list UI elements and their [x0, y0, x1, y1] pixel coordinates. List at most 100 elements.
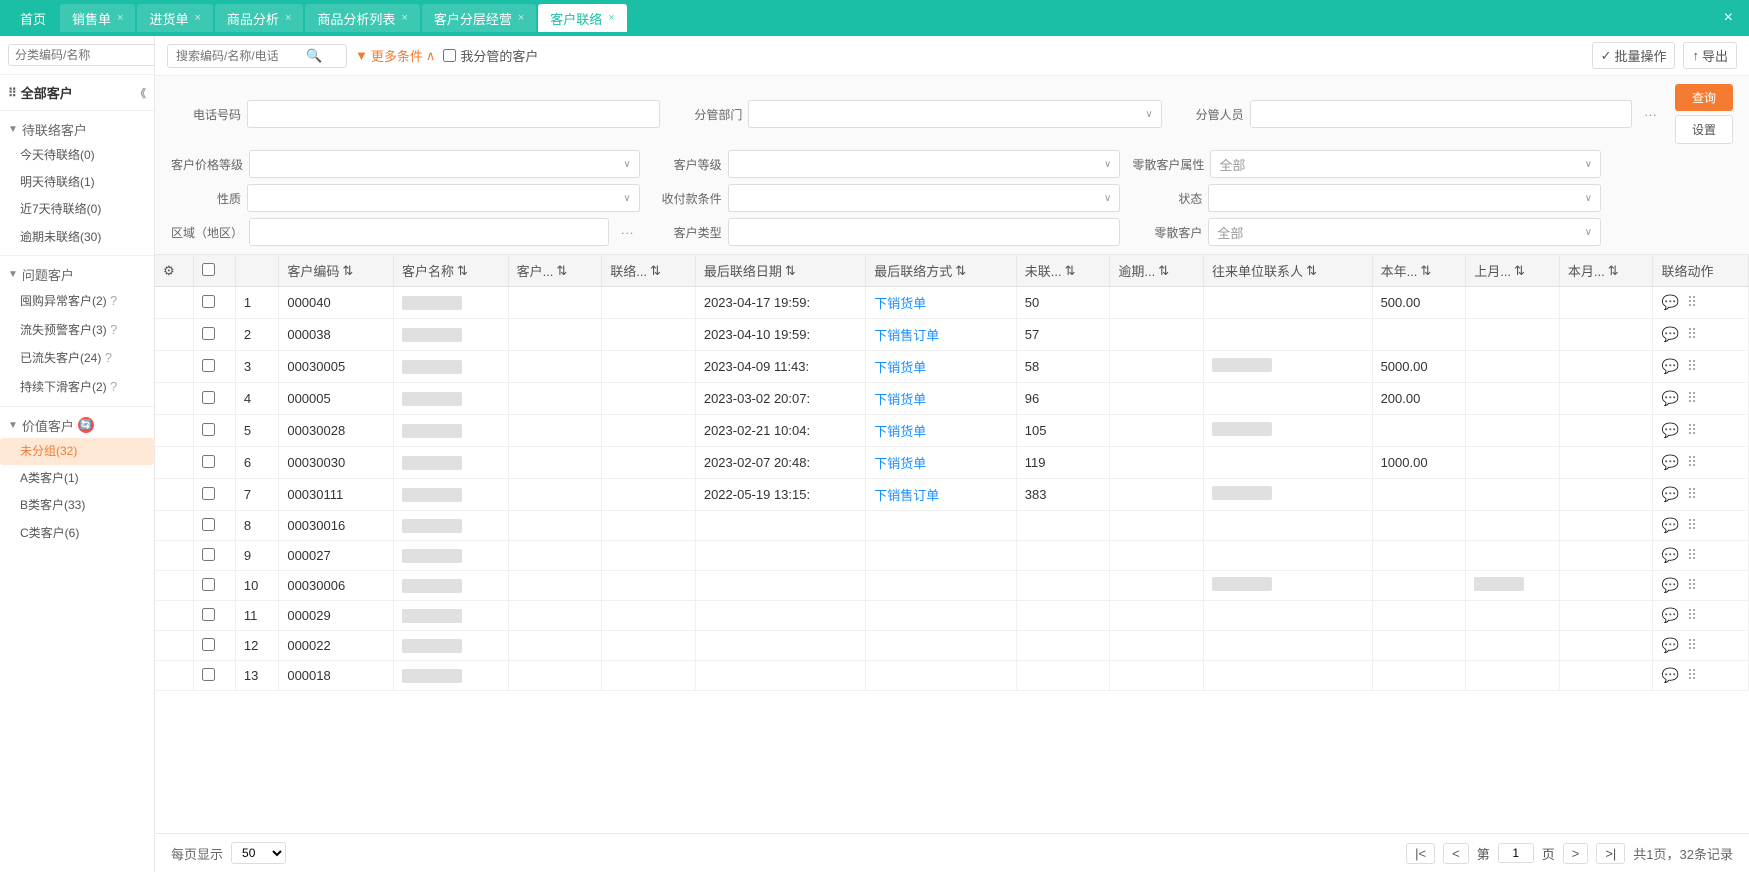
scatter-select[interactable]: 全部 ∨ [1208, 218, 1601, 246]
sidebar-item-hoarding[interactable]: 囤购异常客户(2) ? [0, 287, 154, 316]
message-icon[interactable]: 💬 [1661, 326, 1678, 343]
sidebar-item-type-c[interactable]: C类客户(6) [0, 520, 154, 547]
close-customer-tier-tab-icon[interactable]: × [518, 12, 524, 24]
col-this-month[interactable]: 本月... ⇅ [1559, 255, 1653, 287]
nav-tab-sales[interactable]: 销售单 × [60, 4, 135, 32]
col-last-contact-method[interactable]: 最后联络方式 ⇅ [866, 255, 1017, 287]
region-dots[interactable]: ··· [615, 225, 640, 240]
grid-action-icon[interactable]: ⠿ [1687, 607, 1697, 624]
row-checkbox[interactable] [202, 295, 215, 308]
close-purchase-tab-icon[interactable]: × [194, 12, 200, 24]
col-customer-type[interactable]: 客户... ⇅ [508, 255, 602, 287]
row-checkbox[interactable] [202, 638, 215, 651]
message-icon[interactable]: 💬 [1661, 422, 1678, 439]
export-btn[interactable]: ↑ 导出 [1683, 42, 1737, 69]
message-icon[interactable]: 💬 [1661, 607, 1678, 624]
sidebar-item-tomorrow-pending[interactable]: 明天待联络(1) [0, 169, 154, 196]
nav-tab-home[interactable]: 首页 [8, 4, 58, 32]
more-conditions-btn[interactable]: ▼ 更多条件 ∧ [355, 46, 435, 65]
nav-tab-customer-tier[interactable]: 客户分层经营 × [422, 4, 536, 32]
my-customers-checkbox[interactable] [443, 49, 456, 62]
message-icon[interactable]: 💬 [1661, 637, 1678, 654]
message-icon[interactable]: 💬 [1661, 358, 1678, 375]
message-icon[interactable]: 💬 [1661, 486, 1678, 503]
payment-select[interactable]: ∨ [728, 184, 1121, 212]
col-contact[interactable]: 联络... ⇅ [602, 255, 696, 287]
grid-action-icon[interactable]: ⠿ [1687, 517, 1697, 534]
filter-search-input[interactable] [176, 49, 306, 63]
sidebar-search-input[interactable] [8, 44, 155, 66]
col-last-contact-date[interactable]: 最后联络日期 ⇅ [695, 255, 865, 287]
message-icon[interactable]: 💬 [1661, 294, 1678, 311]
sidebar-item-ungroup[interactable]: 未分组(32) [0, 438, 154, 465]
cell-last-method[interactable]: 下销货单 [866, 415, 1017, 447]
select-all-checkbox[interactable] [202, 263, 215, 276]
sidebar-item-overdue[interactable]: 逾期未联络(30) [0, 224, 154, 251]
message-icon[interactable]: 💬 [1661, 517, 1678, 534]
grid-action-icon[interactable]: ⠿ [1687, 422, 1697, 439]
cell-last-method[interactable]: 下销售订单 [866, 319, 1017, 351]
dept-select[interactable]: ∨ [748, 100, 1161, 128]
row-checkbox[interactable] [202, 423, 215, 436]
nav-tab-goods-analysis[interactable]: 商品分析 × [215, 4, 303, 32]
cell-last-method[interactable]: 下销货单 [866, 447, 1017, 479]
cell-last-method[interactable]: 下销货单 [866, 287, 1017, 319]
cust-type-input[interactable] [728, 218, 1121, 246]
scatter-attr-select[interactable]: 全部 ∨ [1210, 150, 1601, 178]
manager-dots[interactable]: ··· [1638, 107, 1663, 122]
sidebar-item-churn[interactable]: 流失预警客户(3) ? [0, 316, 154, 345]
col-last-month[interactable]: 上月... ⇅ [1466, 255, 1560, 287]
sidebar-item-type-b[interactable]: B类客户(33) [0, 492, 154, 519]
grid-action-icon[interactable]: ⠿ [1687, 358, 1697, 375]
nav-tab-customer-contact[interactable]: 客户联络 × [538, 4, 626, 32]
grid-action-icon[interactable]: ⠿ [1687, 667, 1697, 684]
phone-input[interactable] [247, 100, 660, 128]
grid-action-icon[interactable]: ⠿ [1687, 486, 1697, 503]
page-size-select[interactable]: 50 20 100 [231, 842, 286, 864]
sidebar-all-customers[interactable]: ⠿ 全部客户 《 [0, 75, 154, 106]
col-customer-code[interactable]: 客户编码 ⇅ [279, 255, 394, 287]
grid-action-icon[interactable]: ⠿ [1687, 294, 1697, 311]
col-this-year[interactable]: 本年... ⇅ [1372, 255, 1466, 287]
close-sales-tab-icon[interactable]: × [117, 12, 123, 24]
filter-search-box[interactable]: 🔍 [167, 44, 347, 68]
sidebar-group-problem[interactable]: ▼ 问题客户 [0, 260, 154, 287]
row-checkbox[interactable] [202, 327, 215, 340]
nav-tab-goods-analysis-list[interactable]: 商品分析列表 × [305, 4, 419, 32]
region-input[interactable] [249, 218, 609, 246]
col-settings[interactable]: ⚙ [155, 255, 194, 287]
message-icon[interactable]: 💬 [1661, 577, 1678, 594]
row-checkbox[interactable] [202, 359, 215, 372]
next-page-btn[interactable]: > [1563, 843, 1589, 864]
grid-action-icon[interactable]: ⠿ [1687, 547, 1697, 564]
message-icon[interactable]: 💬 [1661, 390, 1678, 407]
col-customer-name[interactable]: 客户名称 ⇅ [393, 255, 508, 287]
row-checkbox[interactable] [202, 455, 215, 468]
message-icon[interactable]: 💬 [1661, 547, 1678, 564]
cell-last-method[interactable]: 下销货单 [866, 351, 1017, 383]
manager-input[interactable] [1250, 100, 1632, 128]
close-goods-analysis-tab-icon[interactable]: × [285, 12, 291, 24]
message-icon[interactable]: 💬 [1661, 454, 1678, 471]
query-button[interactable]: 查询 [1675, 84, 1733, 111]
col-no-contact[interactable]: 未联... ⇅ [1016, 255, 1110, 287]
grid-action-icon[interactable]: ⠿ [1687, 326, 1697, 343]
message-icon[interactable]: 💬 [1661, 667, 1678, 684]
sidebar-item-week-pending[interactable]: 近7天待联络(0) [0, 196, 154, 223]
row-checkbox[interactable] [202, 548, 215, 561]
grid-action-icon[interactable]: ⠿ [1687, 637, 1697, 654]
col-unit-contact[interactable]: 往来单位联系人 ⇅ [1204, 255, 1373, 287]
sidebar-item-declining[interactable]: 持续下滑客户(2) ? [0, 373, 154, 402]
grid-action-icon[interactable]: ⠿ [1687, 577, 1697, 594]
status-select[interactable]: ∨ [1208, 184, 1601, 212]
cell-last-method[interactable]: 下销售订单 [866, 479, 1017, 511]
row-checkbox[interactable] [202, 391, 215, 404]
close-customer-contact-tab-icon[interactable]: × [608, 12, 614, 24]
prev-page-btn[interactable]: < [1443, 843, 1469, 864]
sidebar-group-pending[interactable]: ▼ 待联络客户 [0, 115, 154, 142]
sidebar-group-value[interactable]: ▼ 价值客户 🔄 [0, 411, 154, 438]
my-customers-toggle[interactable]: 我分管的客户 [443, 46, 538, 65]
sidebar-item-today-pending[interactable]: 今天待联络(0) [0, 142, 154, 169]
sidebar-item-lost[interactable]: 已流失客户(24) ? [0, 344, 154, 373]
reset-button[interactable]: 设置 [1675, 115, 1733, 144]
